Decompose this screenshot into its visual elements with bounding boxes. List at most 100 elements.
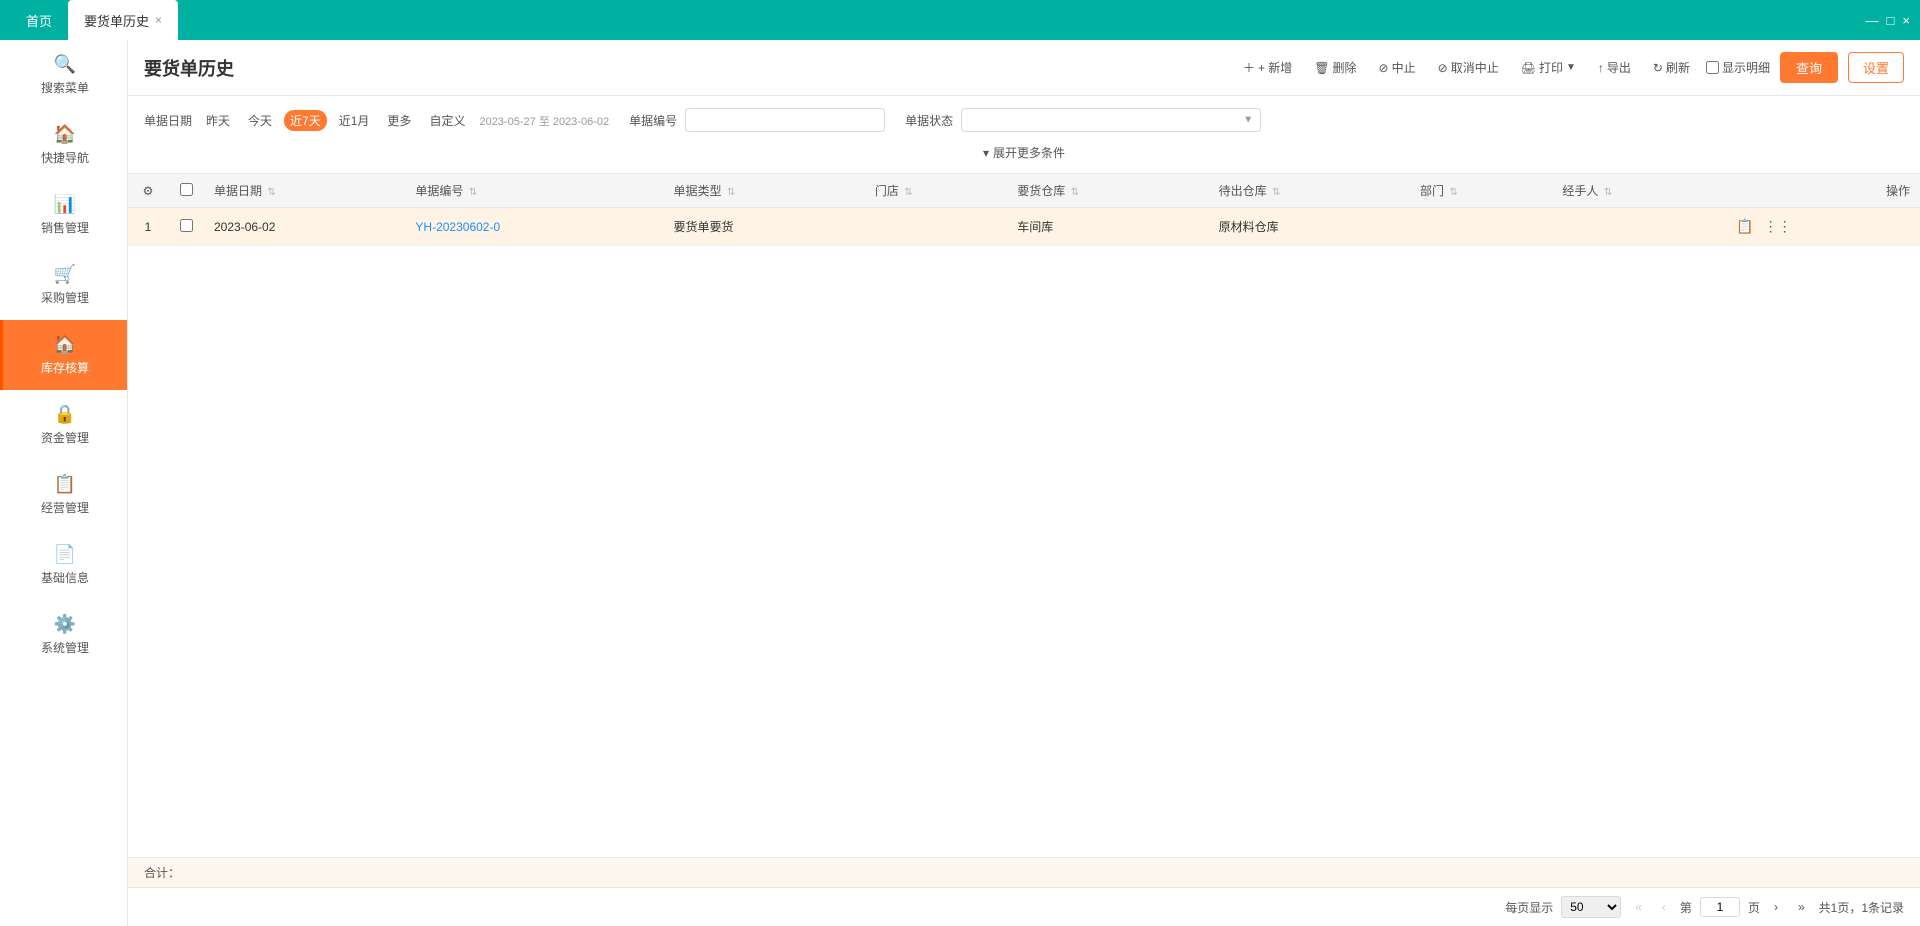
- table-footer: 合计：: [128, 857, 1920, 887]
- purchase-icon: 🛒: [54, 264, 76, 285]
- stop-label: 中止: [1392, 59, 1416, 76]
- first-page-nav[interactable]: «: [1629, 898, 1648, 916]
- col-department-label: 部门: [1420, 184, 1444, 198]
- col-req-warehouse: 要货仓库 ⇅: [1007, 174, 1208, 208]
- quick-nav-icon: 🏠: [54, 124, 76, 145]
- filter-docnumber-label: 单据编号: [629, 112, 677, 129]
- row-store-cell: [865, 208, 1007, 246]
- maximize-icon[interactable]: □: [1887, 13, 1895, 28]
- sidebar-item-basic-info[interactable]: 📄 基础信息: [0, 530, 127, 600]
- date-option-1month[interactable]: 近1月: [333, 110, 376, 131]
- sidebar-item-search-menu[interactable]: 🔍 搜索菜单: [0, 40, 127, 110]
- stop-button[interactable]: ⊘ 中止: [1373, 55, 1422, 80]
- sidebar: 🔍 搜索菜单 🏠 快捷导航 📊 销售管理 🛒 采购管理 🏠 库存核算 🔒 资金管…: [0, 40, 128, 926]
- date-option-7days[interactable]: 近7天: [284, 110, 327, 131]
- sidebar-item-sales[interactable]: 📊 销售管理: [0, 180, 127, 250]
- page-size-label: 每页显示: [1505, 899, 1553, 916]
- basic-info-icon: 📄: [54, 544, 76, 565]
- date-option-today[interactable]: 今天: [242, 110, 278, 131]
- expand-more-button[interactable]: ▾ 展开更多条件: [983, 144, 1065, 161]
- print-icon: 🖨: [1521, 61, 1536, 75]
- sidebar-item-operations[interactable]: 📋 经营管理: [0, 460, 127, 530]
- table-container: ⚙ 单据日期 ⇅ 单据编号 ⇅: [128, 174, 1920, 857]
- close-tab-icon[interactable]: ×: [155, 13, 162, 27]
- print-label: 打印: [1539, 59, 1563, 76]
- row-type-cell: 要货单要货: [663, 208, 864, 246]
- col-number-sort-icon[interactable]: ⇅: [469, 187, 477, 198]
- page-header: 要货单历史 ＋ + 新增 🗑 删除 ⊘ 中止 ⊘ 取消中止: [128, 40, 1920, 96]
- col-req-warehouse-sort-icon[interactable]: ⇅: [1071, 187, 1079, 198]
- expand-more-label: 展开更多条件: [993, 144, 1065, 161]
- filter-docnumber-input[interactable]: [685, 108, 885, 132]
- delete-icon: 🗑: [1314, 61, 1329, 75]
- sidebar-item-purchase[interactable]: 🛒 采购管理: [0, 250, 127, 320]
- col-date-sort-icon[interactable]: ⇅: [267, 187, 275, 198]
- sidebar-item-operations-label: 经营管理: [41, 499, 89, 516]
- sidebar-item-system[interactable]: ⚙️ 系统管理: [0, 600, 127, 670]
- page-prefix-label: 第: [1680, 899, 1692, 916]
- tab-home[interactable]: 首页: [10, 0, 68, 40]
- col-type-sort-icon[interactable]: ⇅: [727, 187, 735, 198]
- date-range-display: 2023-05-27 至 2023-06-02: [479, 113, 609, 129]
- col-store-sort-icon[interactable]: ⇅: [904, 187, 912, 198]
- tab-home-label: 首页: [26, 11, 52, 30]
- stop-icon: ⊘: [1379, 61, 1389, 75]
- top-bar: 首页 要货单历史 × — □ ×: [0, 0, 1920, 40]
- col-type: 单据类型 ⇅: [663, 174, 864, 208]
- row-pending-warehouse-cell: 原材料仓库: [1209, 208, 1410, 246]
- cancel-stop-button[interactable]: ⊘ 取消中止: [1432, 55, 1505, 80]
- col-pending-warehouse-sort-icon[interactable]: ⇅: [1272, 187, 1280, 198]
- print-button[interactable]: 🖨 打印 ▼: [1515, 55, 1582, 80]
- window-close-icon[interactable]: ×: [1902, 13, 1910, 28]
- prev-page-nav[interactable]: ‹: [1656, 898, 1672, 916]
- show-detail-checkbox[interactable]: 显示明细: [1706, 59, 1770, 76]
- filter-date-options: 昨天 今天 近7天 近1月 更多 自定义: [200, 110, 471, 131]
- row-number-cell: YH-20230602-0: [405, 208, 663, 246]
- sidebar-item-quick-nav[interactable]: 🏠 快捷导航: [0, 110, 127, 180]
- new-label: + 新增: [1258, 59, 1292, 76]
- export-button[interactable]: ↑ 导出: [1592, 55, 1637, 80]
- date-option-more[interactable]: 更多: [381, 110, 417, 131]
- current-page-input[interactable]: [1700, 897, 1740, 917]
- col-req-warehouse-label: 要货仓库: [1017, 184, 1065, 198]
- tab-requisition-history[interactable]: 要货单历史 ×: [68, 0, 178, 40]
- date-option-custom[interactable]: 自定义: [423, 110, 471, 131]
- row-more-button[interactable]: ⋮⋮: [1762, 216, 1794, 237]
- sidebar-item-basic-info-label: 基础信息: [41, 569, 89, 586]
- next-page-nav[interactable]: ›: [1768, 898, 1784, 916]
- show-detail-label: 显示明细: [1722, 59, 1770, 76]
- settings-button[interactable]: 设置: [1848, 52, 1904, 83]
- new-button[interactable]: ＋ + 新增: [1237, 55, 1298, 80]
- settings-col-icon[interactable]: ⚙: [143, 184, 154, 198]
- delete-label: 删除: [1333, 59, 1357, 76]
- col-store: 门店 ⇅: [865, 174, 1007, 208]
- filter-date-label: 单据日期: [144, 112, 192, 129]
- sidebar-item-finance[interactable]: 🔒 资金管理: [0, 390, 127, 460]
- filter-status-select[interactable]: [961, 108, 1261, 132]
- col-settings: ⚙: [128, 174, 168, 208]
- col-type-label: 单据类型: [673, 184, 721, 198]
- inventory-icon: 🏠: [54, 334, 76, 355]
- cancel-stop-icon: ⊘: [1438, 61, 1448, 75]
- row-department-cell: [1410, 208, 1552, 246]
- refresh-button[interactable]: ↻ 刷新: [1647, 55, 1696, 80]
- last-page-nav[interactable]: »: [1792, 898, 1811, 916]
- select-all-checkbox[interactable]: [180, 183, 193, 196]
- date-option-yesterday[interactable]: 昨天: [200, 110, 236, 131]
- col-handler-sort-icon[interactable]: ⇅: [1604, 187, 1612, 198]
- row-req-warehouse-cell: 车间库: [1007, 208, 1208, 246]
- filter-status-label: 单据状态: [905, 112, 953, 129]
- row-number-link[interactable]: YH-20230602-0: [415, 220, 500, 234]
- table-row: 1 2023-06-02 YH-20230602-0 要货单要货 车间库 原材料…: [128, 208, 1920, 246]
- page-size-select[interactable]: 50 100: [1561, 896, 1621, 918]
- show-detail-check[interactable]: [1706, 61, 1719, 74]
- query-button[interactable]: 查询: [1780, 52, 1838, 83]
- minimize-icon[interactable]: —: [1866, 13, 1879, 28]
- row-checkbox[interactable]: [180, 219, 193, 232]
- delete-button[interactable]: 🗑 删除: [1308, 55, 1362, 80]
- row-handler-cell: [1552, 208, 1724, 246]
- col-department-sort-icon[interactable]: ⇅: [1449, 187, 1457, 198]
- sidebar-item-inventory[interactable]: 🏠 库存核算: [0, 320, 127, 390]
- print-dropdown-icon: ▼: [1566, 62, 1576, 73]
- row-view-button[interactable]: 📋: [1734, 216, 1755, 237]
